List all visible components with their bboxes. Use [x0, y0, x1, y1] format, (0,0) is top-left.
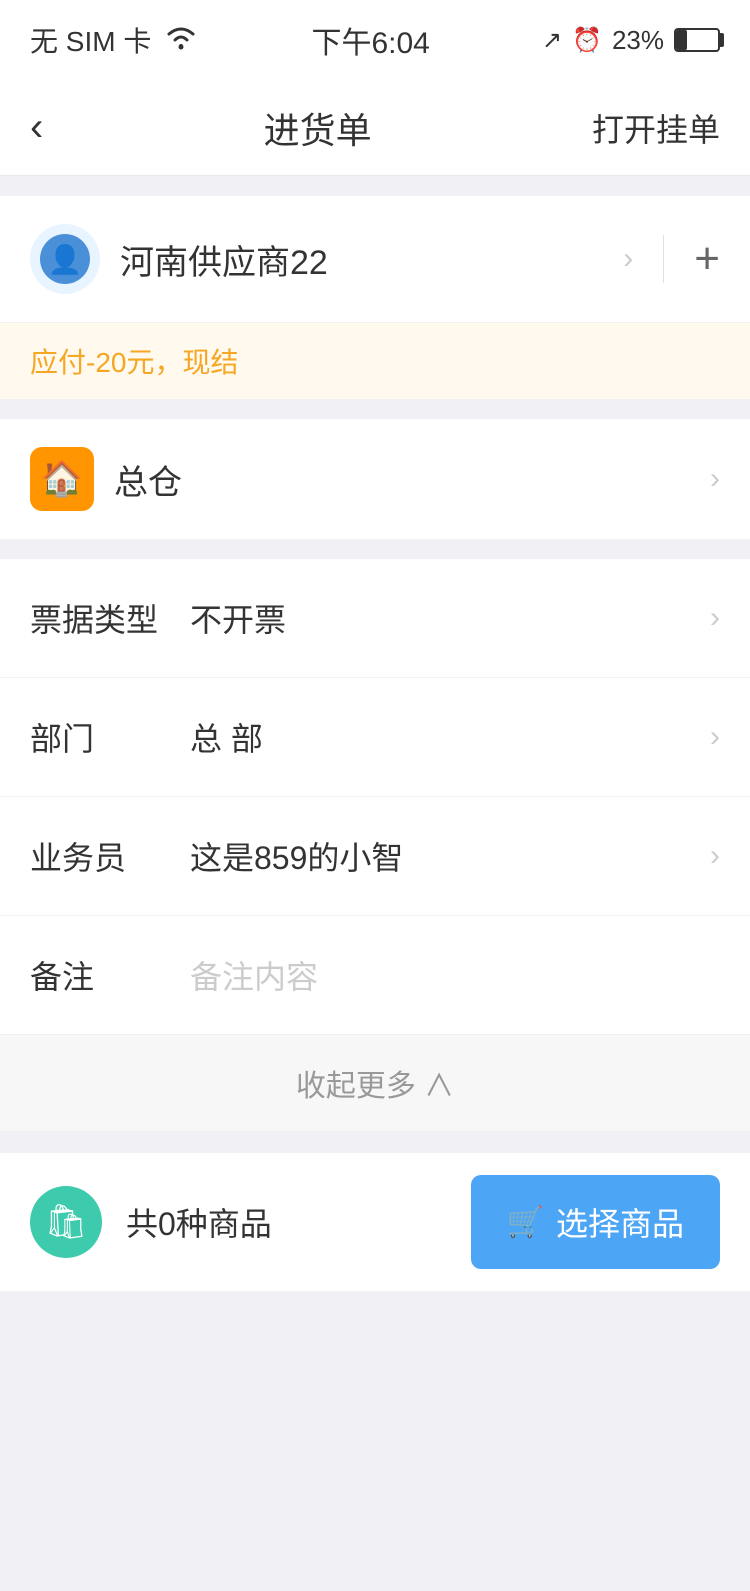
supplier-right-actions: › +	[623, 234, 720, 284]
warehouse-house-icon: 🏠	[41, 459, 83, 499]
product-count-icon: 🛍	[30, 1186, 102, 1258]
supplier-chevron-icon: ›	[623, 242, 633, 276]
supplier-name: 河南供应商22	[120, 235, 623, 284]
select-product-button[interactable]: 🛒 选择商品	[471, 1175, 720, 1269]
notice-bar: 应付-20元，现结	[0, 322, 750, 399]
warehouse-name: 总仓	[114, 455, 710, 504]
product-count-label: 共0种商品	[126, 1199, 447, 1245]
invoice-type-chevron-icon: ›	[710, 601, 720, 635]
section-gap-2	[0, 399, 750, 419]
sales-person-chevron-icon: ›	[710, 839, 720, 873]
note-row[interactable]: 备注 备注内容	[0, 916, 750, 1034]
select-product-cart-icon: 🛒	[507, 1205, 544, 1240]
page-title: 进货单	[264, 102, 372, 154]
note-label: 备注	[30, 952, 170, 998]
invoice-type-label: 票据类型	[30, 595, 170, 641]
note-placeholder: 备注内容	[190, 952, 720, 998]
alarm-icon: ⏰	[572, 26, 602, 55]
section-gap-1	[0, 176, 750, 196]
supplier-row[interactable]: 👤 河南供应商22 › +	[0, 196, 750, 322]
warehouse-card: 🏠 总仓 ›	[0, 419, 750, 539]
status-time: 下午6:04	[311, 18, 429, 62]
divider-vertical	[663, 235, 664, 283]
avatar-inner: 👤	[40, 234, 90, 284]
battery-icon	[674, 28, 720, 52]
open-pending-button[interactable]: 打开挂单	[592, 105, 720, 151]
supplier-avatar: 👤	[30, 224, 100, 294]
collapse-bar[interactable]: 收起更多 ∧	[0, 1034, 750, 1131]
department-chevron-icon: ›	[710, 720, 720, 754]
cart-small-icon: 🛍	[44, 1202, 87, 1242]
department-value: 总 部	[190, 714, 710, 760]
section-gap-3	[0, 539, 750, 559]
page-bottom-bg	[0, 1291, 750, 1591]
status-right: ↗ ⏰ 23%	[542, 25, 720, 56]
warehouse-icon: 🏠	[30, 447, 94, 511]
section-gap-4	[0, 1131, 750, 1151]
location-icon: ↗	[542, 26, 562, 55]
nav-bar: ‹ 进货单 打开挂单	[0, 80, 750, 176]
invoice-type-value: 不开票	[190, 595, 710, 641]
carrier-label: 无 SIM 卡	[30, 20, 151, 60]
form-section: 票据类型 不开票 › 部门 总 部 › 业务员 这是859的小智 › 备注 备注…	[0, 559, 750, 1034]
supplier-card: 👤 河南供应商22 › + 应付-20元，现结	[0, 196, 750, 399]
warehouse-row[interactable]: 🏠 总仓 ›	[0, 419, 750, 539]
wifi-icon	[163, 24, 199, 57]
status-bar: 无 SIM 卡 下午6:04 ↗ ⏰ 23%	[0, 0, 750, 80]
battery-label: 23%	[612, 25, 664, 56]
department-row[interactable]: 部门 总 部 ›	[0, 678, 750, 797]
avatar-person-icon: 👤	[48, 243, 83, 276]
sales-person-value: 这是859的小智	[190, 833, 710, 879]
department-label: 部门	[30, 714, 170, 760]
add-button[interactable]: +	[694, 234, 720, 284]
sales-person-label: 业务员	[30, 833, 170, 879]
invoice-type-row[interactable]: 票据类型 不开票 ›	[0, 559, 750, 678]
warehouse-chevron-icon: ›	[710, 462, 720, 496]
status-left: 无 SIM 卡	[30, 20, 199, 60]
select-product-label: 选择商品	[556, 1199, 684, 1245]
back-button[interactable]: ‹	[30, 105, 43, 150]
bottom-bar: 🛍 共0种商品 🛒 选择商品	[0, 1151, 750, 1291]
sales-person-row[interactable]: 业务员 这是859的小智 ›	[0, 797, 750, 916]
